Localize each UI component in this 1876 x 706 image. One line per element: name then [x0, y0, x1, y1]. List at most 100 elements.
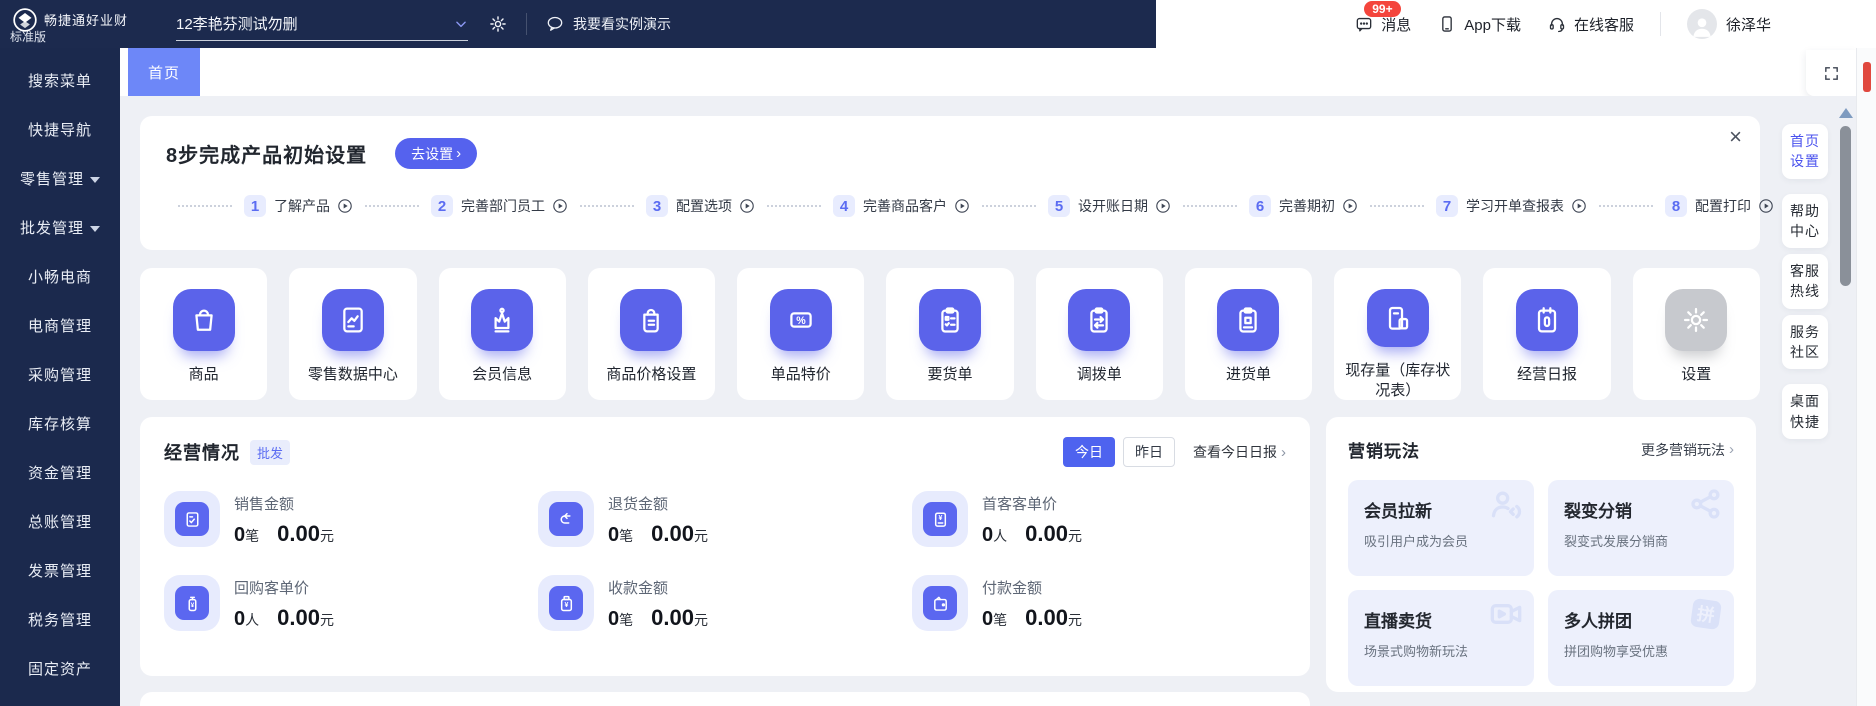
- sidebar-item-label: 批发管理: [19, 220, 84, 237]
- sidebar-item[interactable]: 小畅电商: [0, 252, 120, 301]
- shortcut-label: 调拨单: [1076, 366, 1122, 383]
- shortcut-card[interactable]: 商品: [140, 268, 268, 400]
- side-widget-button[interactable]: 服务社区: [1782, 314, 1828, 370]
- user-menu[interactable]: 徐泽华: [1686, 9, 1771, 39]
- metric-label: 销售金额: [234, 496, 295, 513]
- setup-step[interactable]: 8 配置打印: [1587, 195, 1774, 217]
- sidebar-item[interactable]: 零售管理: [0, 154, 120, 203]
- svg-text:拼: 拼: [1696, 604, 1716, 626]
- metric-amount-unit: 元: [1067, 612, 1082, 628]
- shortcut-card[interactable]: 经营日报: [1483, 268, 1611, 400]
- close-icon[interactable]: ×: [1729, 126, 1742, 148]
- more-marketing-link[interactable]: 更多营销玩法 ›: [1641, 440, 1734, 460]
- marketing-card[interactable]: 拼 多人拼团 拼团购物享受优惠: [1548, 590, 1734, 686]
- shortcut-label: 经营日报: [1517, 366, 1578, 383]
- step-number: 4: [833, 195, 855, 217]
- yesterday-button[interactable]: 昨日: [1123, 437, 1175, 467]
- app-download-button[interactable]: App下载: [1437, 14, 1521, 35]
- sidebar-item[interactable]: 发票管理: [0, 546, 120, 595]
- setup-step[interactable]: 1 了解产品: [166, 195, 353, 217]
- shortcut-card[interactable]: % 单品特价: [737, 268, 865, 400]
- setup-step[interactable]: 4 完善商品客户: [755, 195, 970, 217]
- play-icon[interactable]: [1342, 198, 1358, 214]
- today-button[interactable]: 今日: [1063, 437, 1115, 467]
- sidebar-item[interactable]: 采购管理: [0, 350, 120, 399]
- marketing-card[interactable]: 直播卖货 场景式购物新玩法: [1348, 590, 1534, 686]
- workspace-select[interactable]: 12李艳芬测试勿删: [176, 7, 468, 41]
- shortcut-card[interactable]: 现存量（库存状况表）: [1334, 268, 1462, 400]
- sidebar-item[interactable]: 库存核算: [0, 399, 120, 448]
- play-icon[interactable]: [739, 198, 755, 214]
- step-label: 完善期初: [1279, 198, 1335, 214]
- metric-amount: 0.00: [1025, 521, 1068, 546]
- sidebar: 搜索菜单 快捷导航 零售管理 批发管理 小畅电商 电商管理 采购管理 库存核算 …: [0, 48, 120, 706]
- sale-icon: [175, 502, 209, 536]
- daily-report-link[interactable]: 查看今日日报 ›: [1193, 442, 1286, 462]
- side-widget-button[interactable]: 帮助中心: [1782, 193, 1828, 249]
- marketing-card[interactable]: 裂变分销 裂变式发展分销商: [1548, 480, 1734, 576]
- sidebar-item[interactable]: 总账管理: [0, 497, 120, 546]
- setup-step[interactable]: 7 学习开单查报表: [1358, 195, 1587, 217]
- play-icon[interactable]: [1758, 198, 1774, 214]
- shortcut-card[interactable]: 零售数据中心: [289, 268, 417, 400]
- shortcut-label: 设置: [1681, 366, 1712, 383]
- marketing-card-desc: 吸引用户成为会员: [1364, 534, 1469, 549]
- metric-count-unit: 笔: [619, 528, 634, 544]
- brand: 畅捷通好业财 标准版: [0, 0, 150, 48]
- sidebar-item[interactable]: 资金管理: [0, 448, 120, 497]
- play-icon[interactable]: [1571, 198, 1587, 214]
- headset-icon: [1547, 14, 1567, 34]
- fullscreen-button[interactable]: [1806, 50, 1856, 96]
- play-icon[interactable]: [337, 198, 353, 214]
- username: 徐泽华: [1725, 16, 1771, 34]
- demo-link[interactable]: 我要看实例演示: [545, 14, 671, 34]
- order-icon: [918, 289, 981, 351]
- step-connector: [767, 205, 821, 207]
- side-widget-button[interactable]: 首页设置: [1782, 124, 1828, 179]
- sidebar-item[interactable]: 批发管理: [0, 203, 120, 252]
- setup-steps: 1 了解产品 2 完善部门员工 3 配置选项 4 完善商品客户 5 设开账日期 …: [166, 195, 1773, 217]
- play-icon[interactable]: [1155, 198, 1171, 214]
- sidebar-item[interactable]: 搜索菜单: [0, 56, 120, 105]
- shortcut-card[interactable]: 要货单: [886, 268, 1014, 400]
- metric-count: 0: [234, 608, 246, 630]
- brand-edition: 标准版: [10, 30, 47, 44]
- sidebar-item-label: 快捷导航: [27, 122, 92, 139]
- stock-icon: [1366, 289, 1429, 347]
- play-icon[interactable]: [552, 198, 568, 214]
- metric-label: 收款金额: [608, 580, 669, 597]
- setup-step[interactable]: 3 配置选项: [568, 195, 755, 217]
- go-setup-button[interactable]: 去设置 ›: [395, 138, 478, 169]
- step-number: 3: [646, 195, 668, 217]
- setup-step[interactable]: 6 完善期初: [1171, 195, 1358, 217]
- side-widget-button[interactable]: 客服热线: [1782, 254, 1828, 309]
- metric-count-unit: 笔: [245, 528, 260, 544]
- metric-amount-unit: 元: [693, 612, 708, 628]
- main-content: × 8步完成产品初始设置 去设置 › 1 了解产品 2 完善部门员工 3 配置选…: [120, 96, 1856, 706]
- gear-icon[interactable]: [488, 14, 508, 34]
- play-icon[interactable]: [954, 198, 970, 214]
- side-widget-button[interactable]: 桌面快捷: [1782, 384, 1828, 439]
- sidebar-item[interactable]: 电商管理: [0, 301, 120, 350]
- setup-step[interactable]: 2 完善部门员工: [353, 195, 568, 217]
- marketing-card[interactable]: 会员拉新 吸引用户成为会员: [1348, 480, 1534, 576]
- setup-step[interactable]: 5 设开账日期: [970, 195, 1171, 217]
- step-number: 7: [1436, 195, 1458, 217]
- step-connector: [178, 205, 232, 207]
- step-label: 完善部门员工: [461, 198, 545, 214]
- outer-scrollbar[interactable]: [1856, 48, 1876, 706]
- shortcut-card[interactable]: 调拨单: [1035, 268, 1163, 400]
- step-connector: [1183, 205, 1237, 207]
- scroll-up-arrow[interactable]: [1839, 108, 1853, 118]
- sidebar-item[interactable]: 固定资产: [0, 644, 120, 693]
- shortcut-card[interactable]: 商品价格设置: [587, 268, 716, 400]
- messages-button[interactable]: 99+ 消息: [1354, 0, 1411, 35]
- shortcut-card[interactable]: 进货单: [1184, 268, 1313, 400]
- shortcut-card[interactable]: 设置: [1632, 268, 1760, 400]
- scrollbar-thumb[interactable]: [1840, 126, 1851, 286]
- online-service-button[interactable]: 在线客服: [1547, 14, 1634, 35]
- sidebar-item[interactable]: 税务管理: [0, 595, 120, 644]
- sidebar-item[interactable]: 快捷导航: [0, 105, 120, 154]
- shortcut-card[interactable]: 会员信息: [438, 268, 566, 400]
- tab-home[interactable]: 首页: [128, 48, 200, 96]
